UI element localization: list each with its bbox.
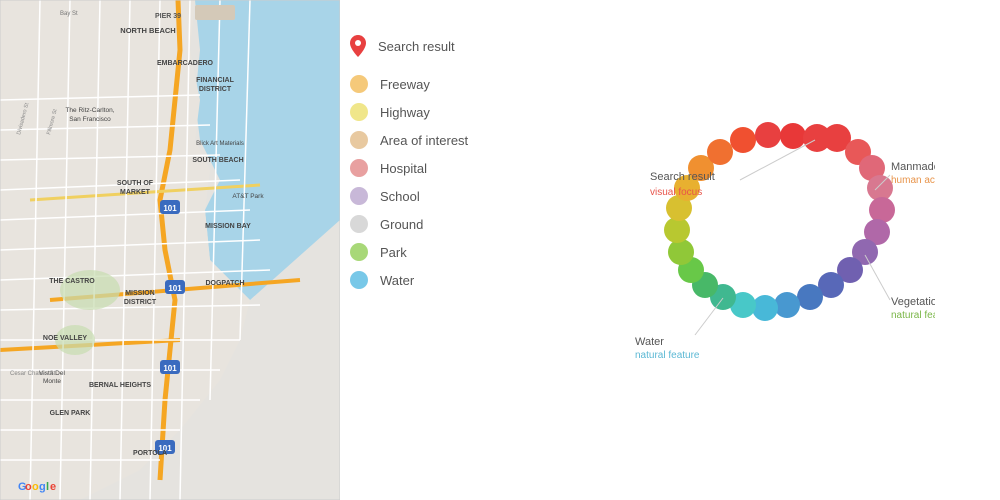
svg-text:natural feature: natural feature — [891, 310, 935, 321]
svg-text:San Francisco: San Francisco — [69, 116, 111, 123]
color-wheel-container: Search result visual focus Manmade surro… — [595, 80, 935, 420]
svg-text:Blick Art Materials: Blick Art Materials — [196, 141, 244, 147]
svg-text:NORTH BEACH: NORTH BEACH — [120, 26, 175, 35]
legend-label-ground: Ground — [380, 217, 423, 232]
legend-dot-freeway — [350, 75, 368, 93]
legend-item-water: Water — [350, 266, 530, 294]
svg-text:Manmade surroundings: Manmade surroundings — [891, 161, 935, 173]
svg-text:101: 101 — [163, 204, 177, 213]
svg-text:l: l — [46, 481, 49, 493]
map-panel: 101 101 101 101 PIER 39 NORTH BEACH Bay … — [0, 0, 340, 500]
svg-text:PIER 39: PIER 39 — [155, 13, 181, 20]
legend-item-search-result: Search result — [350, 30, 530, 62]
legend-item-ground: Ground — [350, 210, 530, 238]
svg-text:Bay St: Bay St — [60, 11, 78, 17]
legend-item-highway: Highway — [350, 98, 530, 126]
legend-item-park: Park — [350, 238, 530, 266]
legend-label-freeway: Freeway — [380, 77, 430, 92]
svg-text:Monte: Monte — [43, 378, 61, 385]
svg-text:EMBARCADERO: EMBARCADERO — [157, 60, 214, 67]
svg-text:o: o — [32, 481, 39, 493]
svg-text:natural feature: natural feature — [635, 350, 700, 361]
svg-text:PORTOLA: PORTOLA — [133, 450, 167, 457]
legend-dot-area-of-interest — [350, 131, 368, 149]
svg-text:human activity: human activity — [891, 175, 935, 186]
map-canvas[interactable]: 101 101 101 101 PIER 39 NORTH BEACH Bay … — [0, 0, 340, 500]
svg-text:GLEN PARK: GLEN PARK — [50, 410, 91, 417]
legend-label-park: Park — [380, 245, 407, 260]
svg-text:MARKET: MARKET — [120, 189, 151, 196]
svg-text:e: e — [50, 481, 56, 493]
svg-text:101: 101 — [163, 364, 177, 373]
svg-text:DISTRICT: DISTRICT — [124, 299, 157, 306]
legend-label-area-of-interest: Area of interest — [380, 133, 468, 148]
search-result-pin — [350, 35, 366, 57]
legend-dot-school — [350, 187, 368, 205]
svg-text:SOUTH OF: SOUTH OF — [117, 180, 154, 187]
svg-text:The Ritz-Carlton,: The Ritz-Carlton, — [65, 107, 114, 114]
legend-item-hospital: Hospital — [350, 154, 530, 182]
legend-item-school: School — [350, 182, 530, 210]
svg-text:MISSION: MISSION — [125, 290, 155, 297]
legend-label-water: Water — [380, 273, 414, 288]
svg-text:DISTRICT: DISTRICT — [199, 86, 232, 93]
legend-item-area-of-interest: Area of interest — [350, 126, 530, 154]
svg-text:Vegetation: Vegetation — [891, 296, 935, 308]
right-panel: Search result Freeway Highway Area of in… — [340, 0, 1000, 500]
svg-text:Search result: Search result — [650, 171, 715, 183]
legend-dot-ground — [350, 215, 368, 233]
svg-text:DOGPATCH: DOGPATCH — [205, 280, 244, 287]
legend-dot-hospital — [350, 159, 368, 177]
color-wheel-svg: Search result visual focus Manmade surro… — [595, 80, 935, 420]
legend-dot-highway — [350, 103, 368, 121]
svg-text:BERNAL HEIGHTS: BERNAL HEIGHTS — [89, 382, 151, 389]
legend-item-freeway: Freeway — [350, 70, 530, 98]
svg-text:o: o — [25, 481, 32, 493]
svg-text:SOUTH BEACH: SOUTH BEACH — [192, 157, 243, 164]
svg-text:Cesar Chavez St: Cesar Chavez St — [10, 371, 56, 377]
legend-label-highway: Highway — [380, 105, 430, 120]
svg-text:NOE VALLEY: NOE VALLEY — [43, 335, 88, 342]
legend-dot-water — [350, 271, 368, 289]
svg-text:g: g — [39, 481, 46, 493]
svg-text:FINANCIAL: FINANCIAL — [196, 77, 234, 84]
svg-text:MISSION BAY: MISSION BAY — [205, 223, 251, 230]
legend-label-school: School — [380, 189, 420, 204]
svg-text:THE CASTRO: THE CASTRO — [49, 278, 95, 285]
svg-text:101: 101 — [168, 284, 182, 293]
legend-label-hospital: Hospital — [380, 161, 427, 176]
legend-dot-park — [350, 243, 368, 261]
svg-text:AT&T Park: AT&T Park — [232, 193, 264, 200]
svg-text:visual focus: visual focus — [650, 187, 702, 198]
legend-label-search-result: Search result — [378, 39, 455, 54]
legend-panel: Search result Freeway Highway Area of in… — [350, 20, 530, 480]
svg-text:Water: Water — [635, 336, 664, 348]
color-wheel-section: Search result visual focus Manmade surro… — [540, 20, 990, 480]
